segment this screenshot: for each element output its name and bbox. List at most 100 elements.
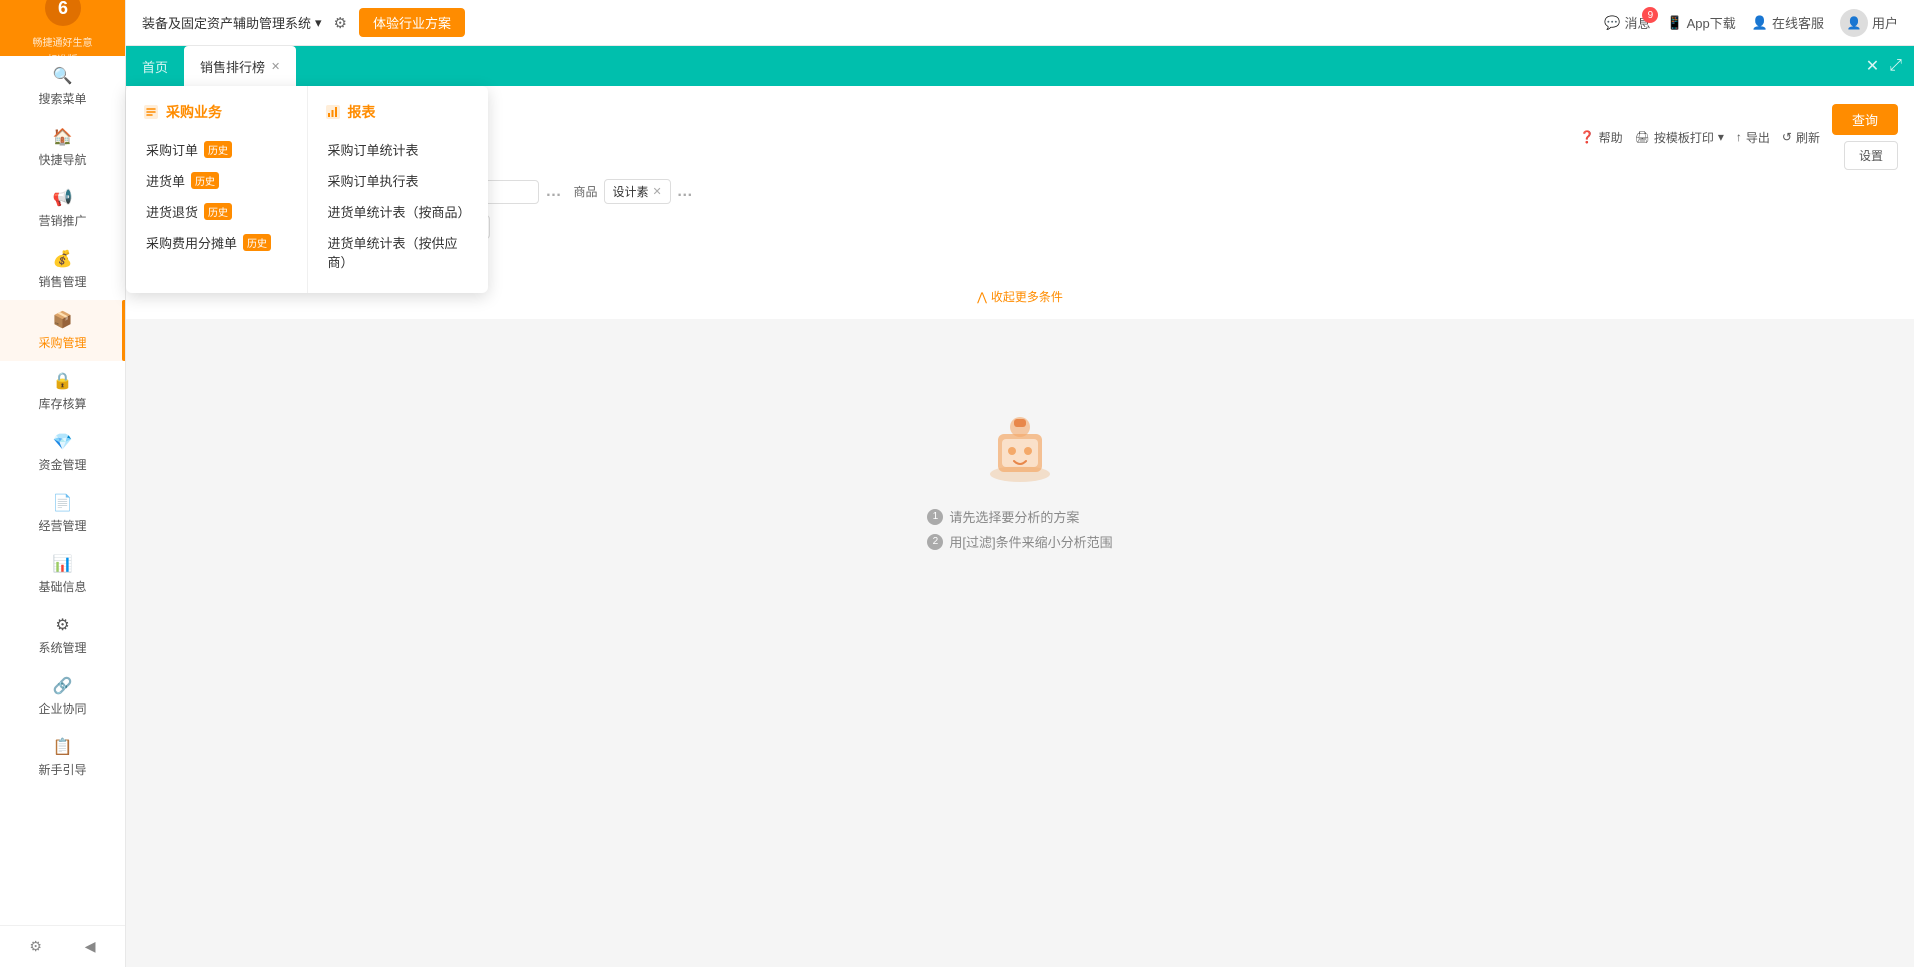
return-label: 进货退货: [146, 202, 198, 221]
purchase-icon: 📦: [53, 310, 73, 330]
sidebar-item-label: 企业协同: [38, 700, 86, 717]
sidebar-item-label: 快捷导航: [38, 151, 86, 168]
sidebar-item-system[interactable]: ⚙ 系统管理: [0, 605, 125, 666]
app-download-btn[interactable]: 📱 App下载: [1666, 13, 1735, 32]
operation-icon: 📄: [53, 493, 73, 513]
settings-btn[interactable]: 设置: [1844, 141, 1898, 170]
inbound-label: 进货单: [146, 171, 185, 190]
enterprise-icon: 🔗: [53, 676, 73, 696]
svg-text:6: 6: [57, 0, 67, 18]
purchase-col-icon: [142, 103, 160, 121]
sidebar-item-marketing[interactable]: 📢 营销推广: [0, 178, 125, 239]
hist-tag-1: 历史: [191, 172, 219, 189]
message-badge: 9: [1642, 7, 1658, 23]
newbie-icon: 📋: [53, 737, 73, 757]
purchase-col-label: 采购业务: [166, 102, 222, 122]
close-window-icon[interactable]: ✕: [1866, 56, 1879, 76]
report-col-icon: [324, 103, 342, 121]
sidebar-item-label: 库存核算: [38, 395, 86, 412]
export-btn[interactable]: ↑ 导出: [1736, 129, 1770, 146]
tab-sales-rank[interactable]: 销售排行榜 ✕: [184, 46, 296, 86]
sidebar-item-enterprise[interactable]: 🔗 企业协同: [0, 666, 125, 727]
sales-icon: 💰: [53, 249, 73, 269]
logo-title: 畅捷通好生意: [33, 34, 93, 49]
purchase-dropdown: 采购业务 采购订单 历史 进货单 历史 进货退货 历史 采购费用分摊单 历史: [126, 86, 488, 293]
logo: 6 畅捷通好生意 标准版: [0, 0, 125, 56]
dropdown-inbound-stat-supplier[interactable]: 进货单统计表（按供应商）: [324, 227, 473, 277]
inbound-stat-supplier-label: 进货单统计表（按供应商）: [328, 233, 469, 271]
window-buttons: ✕ ⤢: [1854, 56, 1914, 76]
purchase-order-label: 采购订单: [146, 140, 198, 159]
basic-icon: 📊: [53, 554, 73, 574]
dropdown-inbound[interactable]: 进货单 历史: [142, 165, 291, 196]
status-more-icon[interactable]: …: [545, 183, 561, 201]
goods-tag-close-icon[interactable]: ✕: [653, 185, 662, 198]
sidebar-item-newbie[interactable]: 📋 新手引导: [0, 727, 125, 788]
sidebar-item-operation[interactable]: 📄 经营管理: [0, 483, 125, 544]
tab-home[interactable]: 首页: [126, 46, 184, 86]
message-btn[interactable]: 💬 消息 9: [1604, 13, 1650, 32]
sidebar-item-label: 基础信息: [38, 578, 86, 595]
refresh-icon: ↺: [1782, 130, 1792, 144]
avatar-icon: 👤: [1847, 16, 1862, 30]
refresh-btn[interactable]: ↺ 刷新: [1782, 129, 1820, 146]
topbar: 装备及固定资产辅助管理系统 ▾ ⚙ 体验行业方案 💬 消息 9 📱 App下载 …: [126, 0, 1914, 46]
service-label: 在线客服: [1772, 13, 1824, 32]
purchase-order-exec-label: 采购订单执行表: [328, 171, 419, 190]
help-icon: ❓: [1580, 130, 1595, 144]
dropdown-return[interactable]: 进货退货 历史: [142, 196, 291, 227]
sidebar-item-search[interactable]: 🔍 搜索菜单: [0, 56, 125, 117]
query-btn[interactable]: 查询: [1832, 104, 1898, 135]
help-label: 帮助: [1599, 129, 1623, 146]
dropdown-expense[interactable]: 采购费用分摊单 历史: [142, 227, 291, 258]
sidebar-item-finance[interactable]: 💎 资金管理: [0, 422, 125, 483]
service-btn[interactable]: 👤 在线客服: [1752, 13, 1824, 32]
inbound-stat-goods-label: 进货单统计表（按商品）: [328, 202, 469, 221]
maximize-window-icon[interactable]: ⤢: [1889, 57, 1902, 75]
hist-tag-3: 历史: [243, 234, 271, 251]
purchase-order-stat-label: 采购订单统计表: [328, 140, 419, 159]
empty-state: 1 请先选择要分析的方案 2 用[过滤]条件来缩小分析范围: [126, 319, 1914, 631]
tab-close-icon[interactable]: ✕: [271, 60, 280, 73]
report-col: 报表 采购订单统计表 采购订单执行表 进货单统计表（按商品） 进货单统计表（按供…: [308, 86, 489, 293]
dropdown-purchase-order-stat[interactable]: 采购订单统计表: [324, 134, 473, 165]
sidebar-item-label: 营销推广: [38, 212, 86, 229]
sidebar-item-sales[interactable]: 💰 销售管理: [0, 239, 125, 300]
logo-icon: 6: [45, 0, 81, 32]
sidebar-settings-btn[interactable]: ⚙: [29, 938, 42, 955]
user-label: 用户: [1872, 13, 1898, 32]
sidebar-item-label: 销售管理: [38, 273, 86, 290]
print-label: 按模板打印: [1654, 129, 1714, 146]
marketing-icon: 📢: [53, 188, 73, 208]
sidebar-item-basic[interactable]: 📊 基础信息: [0, 544, 125, 605]
service-icon: 👤: [1752, 15, 1768, 31]
dropdown-purchase-order-exec[interactable]: 采购订单执行表: [324, 165, 473, 196]
tab-sales-rank-label: 销售排行榜: [200, 57, 265, 76]
goods-tag: 设计素 ✕: [604, 179, 671, 204]
user-btn[interactable]: 👤 用户: [1840, 9, 1898, 37]
purchase-col-title: 采购业务: [142, 102, 291, 122]
print-arrow: ▾: [1718, 130, 1724, 144]
print-icon: 🖨: [1635, 130, 1650, 144]
sidebar-item-inventory[interactable]: 🔒 库存核算: [0, 361, 125, 422]
sidebar-item-quick-nav[interactable]: 🏠 快捷导航: [0, 117, 125, 178]
avatar: 👤: [1840, 9, 1868, 37]
print-btn[interactable]: 🖨 按模板打印 ▾: [1635, 129, 1724, 146]
sidebar-bottom: ⚙ ◀: [0, 925, 125, 967]
dropdown-inbound-stat-goods[interactable]: 进货单统计表（按商品）: [324, 196, 473, 227]
dropdown-purchase-order[interactable]: 采购订单 历史: [142, 134, 291, 165]
goods-label: 商品: [573, 183, 597, 200]
topbar-settings-icon[interactable]: ⚙: [334, 14, 347, 32]
empty-icon: [970, 399, 1070, 499]
app-label: App下载: [1687, 13, 1736, 32]
help-btn[interactable]: ❓ 帮助: [1580, 129, 1623, 146]
sidebar-collapse-btn[interactable]: ◀: [85, 938, 96, 955]
export-label: 导出: [1746, 129, 1770, 146]
sidebar-item-purchase[interactable]: 📦 采购管理: [0, 300, 125, 361]
topbar-right: 💬 消息 9 📱 App下载 👤 在线客服 👤 用户: [1604, 9, 1898, 37]
system-title: 装备及固定资产辅助管理系统: [142, 13, 311, 32]
system-title-dropdown[interactable]: 装备及固定资产辅助管理系统 ▾: [142, 13, 322, 32]
industry-btn[interactable]: 体验行业方案: [359, 8, 465, 37]
goods-more-icon[interactable]: …: [677, 183, 693, 201]
hist-tag-0: 历史: [204, 141, 232, 158]
